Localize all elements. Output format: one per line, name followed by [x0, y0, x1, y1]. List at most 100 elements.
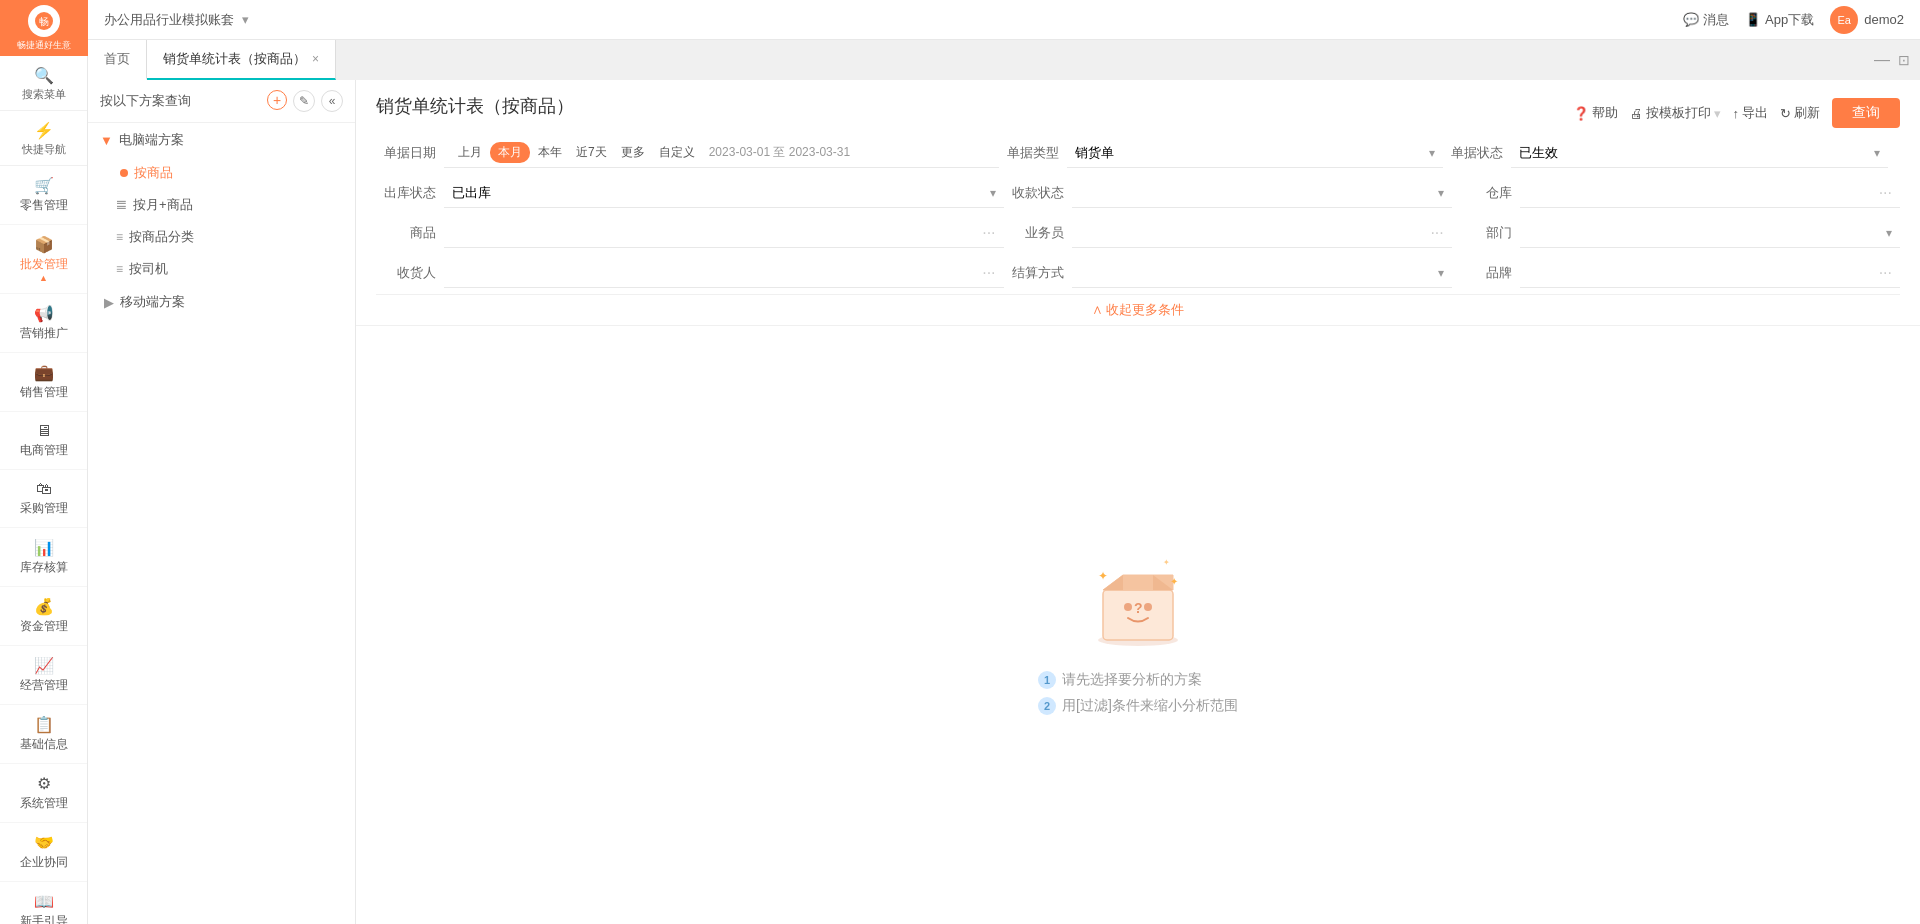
- tree-arrow-mobile: ▶: [104, 295, 114, 310]
- date-tab-last-month[interactable]: 上月: [452, 142, 488, 163]
- minimize-icon[interactable]: —: [1874, 51, 1890, 69]
- export-btn[interactable]: ↑ 导出: [1733, 104, 1769, 122]
- salesman-input[interactable]: ···: [1072, 218, 1452, 248]
- sidebar-item-ecommerce[interactable]: 🖥 电商管理: [0, 412, 87, 470]
- edit-scheme-btn[interactable]: ✎: [293, 90, 315, 112]
- export-label: 导出: [1742, 104, 1768, 122]
- empty-tip-1: 1 请先选择要分析的方案: [1038, 671, 1238, 689]
- filter-salesman: 业务员 ···: [1004, 218, 1452, 248]
- tab-home[interactable]: 首页: [88, 40, 147, 80]
- filter-receiver: 收货人 ···: [376, 258, 1004, 288]
- left-panel: 按以下方案查询 + ✎ « ▼ 电脑端方案 按商品 𝌆 按月+商品: [88, 80, 356, 924]
- message-label: 消息: [1703, 11, 1729, 29]
- collapse-panel-btn[interactable]: «: [321, 90, 343, 112]
- industry-dropdown-icon[interactable]: ▾: [242, 12, 249, 27]
- receiver-dots: ···: [982, 264, 995, 282]
- payment-input[interactable]: ▾: [1072, 258, 1452, 288]
- tree-item-by-driver[interactable]: ≡ 按司机: [88, 253, 355, 285]
- filter-doc-type: 单据类型 销货单 ▾: [999, 138, 1444, 168]
- user-name: demo2: [1864, 12, 1904, 27]
- filter-doc-status: 单据状态 已生效 ▾: [1443, 138, 1888, 168]
- quick-nav-item[interactable]: ⚡ 快捷导航: [0, 111, 87, 166]
- collapse-filter-btn[interactable]: ∧ 收起更多条件: [376, 294, 1900, 325]
- dept-input[interactable]: ▾: [1520, 218, 1900, 248]
- print-btn[interactable]: 🖨 按模板打印 ▾: [1630, 104, 1721, 122]
- app-download-btn[interactable]: 📱 App下载: [1745, 11, 1814, 29]
- sidebar-logo[interactable]: 畅 畅捷通好生意: [0, 0, 88, 56]
- left-panel-header: 按以下方案查询 + ✎ «: [88, 80, 355, 123]
- sidebar-item-purchase[interactable]: 🛍 采购管理: [0, 470, 87, 528]
- app-download-label: App下载: [1765, 11, 1814, 29]
- tree-item-by-product[interactable]: 按商品: [88, 157, 355, 189]
- sidebar-item-guide[interactable]: 📖 新手引导: [0, 882, 87, 924]
- receiver-label: 收货人: [376, 264, 444, 282]
- date-filter-input[interactable]: 上月 本月 本年 近7天 更多 自定义 2023-03-01 至 2023-03…: [444, 138, 999, 168]
- product-input[interactable]: ···: [444, 218, 1004, 248]
- sidebar-item-guide-label: 新手引导: [20, 913, 68, 924]
- date-tab-this-year[interactable]: 本年: [532, 142, 568, 163]
- date-tab-more[interactable]: 更多: [615, 142, 651, 163]
- help-btn[interactable]: ❓ 帮助: [1573, 104, 1618, 122]
- receipt-status-input[interactable]: ▾: [1072, 178, 1452, 208]
- tree-item-by-product-label: 按商品: [134, 164, 173, 182]
- sidebar-item-sales[interactable]: 💼 销售管理: [0, 353, 87, 412]
- date-tab-custom[interactable]: 自定义: [653, 142, 701, 163]
- date-tab-7days[interactable]: 近7天: [570, 142, 613, 163]
- payment-label: 结算方式: [1004, 264, 1072, 282]
- sidebar-item-company[interactable]: 🤝 企业协同: [0, 823, 87, 882]
- filter-area: 单据日期 上月 本月 本年 近7天 更多 自定义 2023-03-01 至 20…: [356, 128, 1920, 326]
- message-icon: 💬: [1683, 12, 1699, 27]
- tab-window-controls: — ⊡: [1864, 40, 1920, 80]
- doc-status-input[interactable]: 已生效 ▾: [1511, 138, 1888, 168]
- search-menu-item[interactable]: 🔍 搜索菜单: [0, 56, 87, 111]
- warehouse-label: 仓库: [1452, 184, 1520, 202]
- maximize-icon[interactable]: ⊡: [1898, 52, 1910, 68]
- sales-icon: 💼: [34, 363, 54, 382]
- query-button[interactable]: 查询: [1832, 98, 1900, 128]
- tabs-spacer: [336, 40, 1864, 80]
- tabs-bar: 首页 销货单统计表（按商品） × — ⊡: [88, 40, 1920, 80]
- doc-type-label: 单据类型: [999, 144, 1067, 162]
- add-scheme-btn[interactable]: +: [267, 90, 287, 110]
- quick-nav-label: 快捷导航: [22, 142, 66, 157]
- industry-label: 办公用品行业模拟账套: [104, 11, 234, 29]
- company-icon: 🤝: [34, 833, 54, 852]
- close-tab-btn[interactable]: ×: [312, 52, 319, 66]
- refresh-btn[interactable]: ↻ 刷新: [1780, 104, 1820, 122]
- sidebar-item-system[interactable]: ⚙ 系统管理: [0, 764, 87, 823]
- filter-row-3: 商品 ··· 业务员 ··· 部门: [376, 218, 1900, 248]
- sidebar-item-basic[interactable]: 📋 基础信息: [0, 705, 87, 764]
- header-left: 办公用品行业模拟账套 ▾: [104, 11, 249, 29]
- filter-dept: 部门 ▾: [1452, 218, 1900, 248]
- tree-item-by-category[interactable]: ≡ 按商品分类: [88, 221, 355, 253]
- search-menu-label: 搜索菜单: [22, 87, 66, 102]
- svg-text:?: ?: [1134, 600, 1143, 616]
- tab-sales-stat[interactable]: 销货单统计表（按商品） ×: [147, 40, 336, 80]
- doc-status-arrow: ▾: [1874, 146, 1880, 160]
- tree-pc-group[interactable]: ▼ 电脑端方案: [88, 123, 355, 157]
- sidebar-item-operations[interactable]: 📈 经营管理: [0, 646, 87, 705]
- sidebar-item-basic-label: 基础信息: [20, 736, 68, 753]
- user-info[interactable]: Ea demo2: [1830, 6, 1904, 34]
- sidebar-item-marketing[interactable]: 📢 营销推广: [0, 294, 87, 353]
- receiver-input[interactable]: ···: [444, 258, 1004, 288]
- doc-type-input[interactable]: 销货单 ▾: [1067, 138, 1444, 168]
- sidebar-item-finance[interactable]: 💰 资金管理: [0, 587, 87, 646]
- export-icon: ↑: [1733, 106, 1740, 121]
- receipt-status-label: 收款状态: [1004, 184, 1072, 202]
- svg-text:✦: ✦: [1163, 558, 1170, 567]
- product-dots: ···: [982, 224, 995, 242]
- brand-input[interactable]: ···: [1520, 258, 1900, 288]
- message-btn[interactable]: 💬 消息: [1683, 11, 1729, 29]
- dept-arrow: ▾: [1886, 226, 1892, 240]
- sidebar-item-retail[interactable]: 🛒 零售管理: [0, 166, 87, 225]
- sidebar-item-purchase-label: 采购管理: [20, 500, 68, 517]
- tree-item-by-month-product[interactable]: 𝌆 按月+商品: [88, 189, 355, 221]
- sidebar-item-inventory[interactable]: 📊 库存核算: [0, 528, 87, 587]
- sidebar-item-company-label: 企业协同: [20, 854, 68, 871]
- date-tab-this-month[interactable]: 本月: [490, 142, 530, 163]
- warehouse-input[interactable]: ···: [1520, 178, 1900, 208]
- sidebar-item-wholesale[interactable]: 📦 批发管理 ▲: [0, 225, 87, 294]
- out-status-input[interactable]: 已出库 ▾: [444, 178, 1004, 208]
- tree-mobile-group[interactable]: ▶ 移动端方案: [88, 285, 355, 319]
